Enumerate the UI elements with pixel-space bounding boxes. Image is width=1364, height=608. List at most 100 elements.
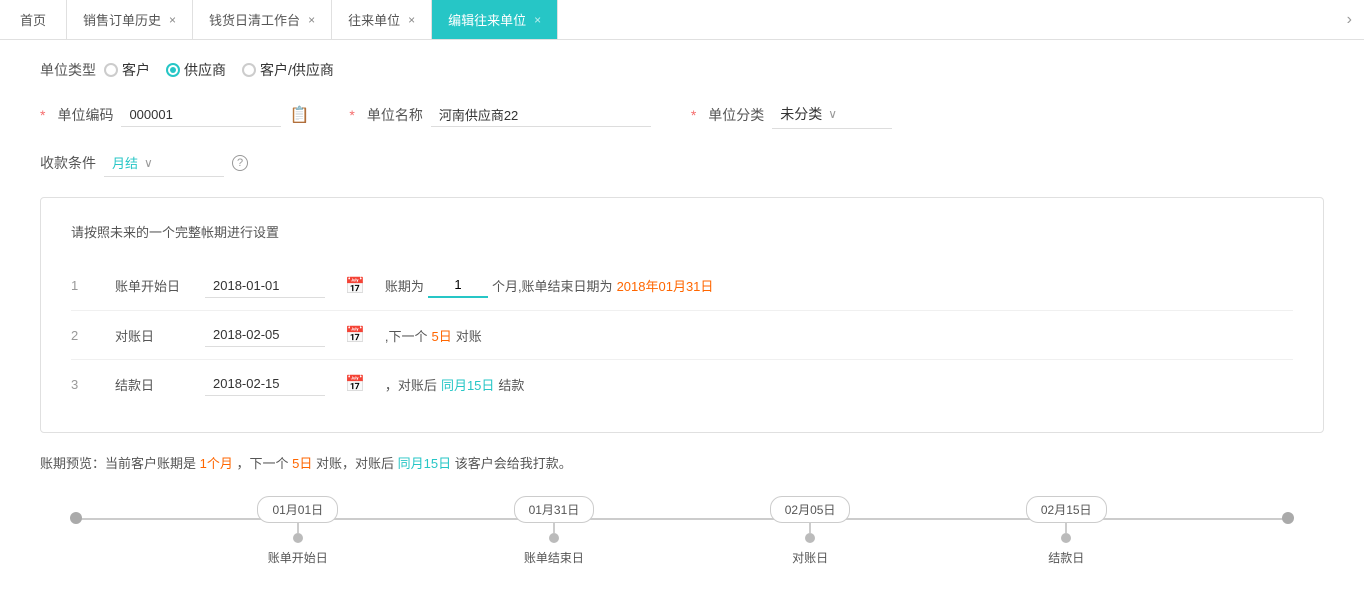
row-2-desc: ,下一个 5日 对账 [385,326,482,345]
unit-info-row: * 单位编码 📋 * 单位名称 * 单位分类 未分类 ∨ [40,100,1324,129]
main-content: 单位类型 客户 供应商 客户/供应商 * 单位编码 [0,40,1364,608]
tab-expand-icon[interactable]: › [1335,11,1364,29]
timeline-container: 01月01日 账单开始日 01月31日 账单结束日 02月05日 [40,496,1324,566]
preview-label: 账期预览：当前客户账期是 [40,456,196,471]
row-1-period-input[interactable] [428,273,488,298]
radio-customer-circle [104,63,118,77]
timeline-tick-2 [553,523,555,533]
unit-name-input[interactable] [431,103,651,127]
preview-highlight-2: 5日 [292,456,312,471]
row-1-desc-suffix: 个月,账单结束日期为 [492,276,613,295]
preview-highlight-3: 同月15日 [398,456,451,471]
tab-partner-close[interactable]: × [408,13,415,27]
radio-both[interactable]: 客户/供应商 [242,60,334,80]
unit-type-row: 单位类型 客户 供应商 客户/供应商 [40,60,1324,80]
radio-supplier[interactable]: 供应商 [166,60,226,80]
preview-text: 账期预览：当前客户账期是 1个月 ，下一个 5日 对账，对账后 同月15日 该客… [40,453,1324,472]
timeline-tick-1 [297,523,299,533]
row-2-highlight-day: 5日 [432,326,452,345]
row-3-desc: ，对账后 同月15日 结款 [385,375,525,394]
tab-sales-history[interactable]: 销售订单历史 × [67,0,193,39]
payment-arrow: ∨ [144,156,153,170]
settings-card: 请按照未来的一个完整帐期进行设置 1 账单开始日 📅 账期为 个月,账单结束日期… [40,197,1324,433]
unit-type-group: 单位类型 客户 供应商 客户/供应商 [40,60,334,80]
payment-value: 月结 [112,153,138,172]
unit-category-arrow: ∨ [828,107,837,121]
settings-title: 请按照未来的一个完整帐期进行设置 [71,222,1293,241]
timeline-label-4: 结款日 [1048,549,1084,566]
tab-partner[interactable]: 往来单位 × [332,0,432,39]
row-2-num: 2 [71,328,95,343]
timeline-badge-1: 01月01日 [257,496,338,523]
setting-row-3: 3 结款日 📅 ，对账后 同月15日 结款 [71,360,1293,408]
row-3-num: 3 [71,377,95,392]
payment-select[interactable]: 月结 ∨ [104,149,224,177]
unit-code-label: 单位编码 [57,105,113,125]
row-1-calendar-icon[interactable]: 📅 [345,276,365,296]
timeline-badge-2: 01月31日 [514,496,595,523]
unit-category-label: 单位分类 [708,105,764,125]
radio-group: 客户 供应商 客户/供应商 [104,60,334,80]
row-3-calendar-icon[interactable]: 📅 [345,374,365,394]
timeline-label-3: 对账日 [792,549,828,566]
timeline-end-dot [1282,512,1294,524]
row-3-desc-prefix: ，对账后 [385,375,437,394]
row-2-calendar-icon[interactable]: 📅 [345,325,365,345]
row-2-desc-prefix: ,下一个 [385,326,428,345]
timeline-label-1: 账单开始日 [268,549,328,566]
preview-text-3: 对账，对账后 [316,456,394,471]
radio-both-circle [242,63,256,77]
payment-help-icon[interactable]: ? [232,155,248,171]
setting-row-1: 1 账单开始日 📅 账期为 个月,账单结束日期为 2018年01月31日 [71,261,1293,311]
unit-name-star: * [349,107,354,123]
row-1-desc: 账期为 个月,账单结束日期为 2018年01月31日 [385,273,713,298]
row-2-date-input[interactable] [205,323,325,347]
row-3-desc-suffix: 结款 [498,375,524,394]
timeline-point-1: 01月01日 账单开始日 [257,496,338,566]
preview-highlight-1: 1个月 [200,456,233,471]
timeline-tick-3 [809,523,811,533]
preview-text-4: 该客户会给我打款。 [455,456,572,471]
timeline-dot-2 [549,533,559,543]
timeline-badge-3: 02月05日 [770,496,851,523]
payment-group: 收款条件 月结 ∨ ? [40,149,248,177]
timeline-start-dot [70,512,82,524]
unit-name-group: * 单位名称 [349,103,650,127]
unit-category-value: 未分类 [780,104,822,124]
row-1-highlight-date: 2018年01月31日 [617,276,714,295]
timeline-points: 01月01日 账单开始日 01月31日 账单结束日 02月05日 [70,496,1294,566]
preview-text-2: ，下一个 [237,456,289,471]
radio-customer[interactable]: 客户 [104,60,150,80]
unit-category-group: * 单位分类 未分类 ∨ [691,100,892,129]
payment-label: 收款条件 [40,153,96,173]
timeline-start [70,496,82,524]
unit-code-input[interactable] [121,103,281,127]
tab-edit-partner-close[interactable]: × [534,13,541,27]
timeline-point-3: 02月05日 对账日 [770,496,851,566]
row-2-label: 对账日 [115,326,185,345]
tab-bar: 首页 销售订单历史 × 钱货日清工作台 × 往来单位 × 编辑往来单位 × › [0,0,1364,40]
unit-category-select[interactable]: 未分类 ∨ [772,100,892,129]
radio-supplier-circle [166,63,180,77]
unit-code-calendar-icon[interactable]: 📋 [289,105,309,125]
unit-cat-star: * [691,107,696,123]
row-3-label: 结款日 [115,375,185,394]
tab-sales-history-close[interactable]: × [169,13,176,27]
row-1-date-input[interactable] [205,274,325,298]
row-1-label: 账单开始日 [115,276,185,295]
timeline-badge-4: 02月15日 [1026,496,1107,523]
timeline-point-4: 02月15日 结款日 [1026,496,1107,566]
row-1-num: 1 [71,278,95,293]
unit-code-group: * 单位编码 📋 [40,103,309,127]
timeline-end [1282,496,1294,524]
payment-row: 收款条件 月结 ∨ ? [40,149,1324,177]
unit-code-star: * [40,107,45,123]
unit-name-label: 单位名称 [367,105,423,125]
timeline-tick-4 [1065,523,1067,533]
tab-cash-work-close[interactable]: × [308,13,315,27]
tab-cash-work[interactable]: 钱货日清工作台 × [193,0,332,39]
row-3-date-input[interactable] [205,372,325,396]
tab-home[interactable]: 首页 [0,0,67,39]
timeline-dot-3 [805,533,815,543]
tab-edit-partner[interactable]: 编辑往来单位 × [432,0,558,39]
